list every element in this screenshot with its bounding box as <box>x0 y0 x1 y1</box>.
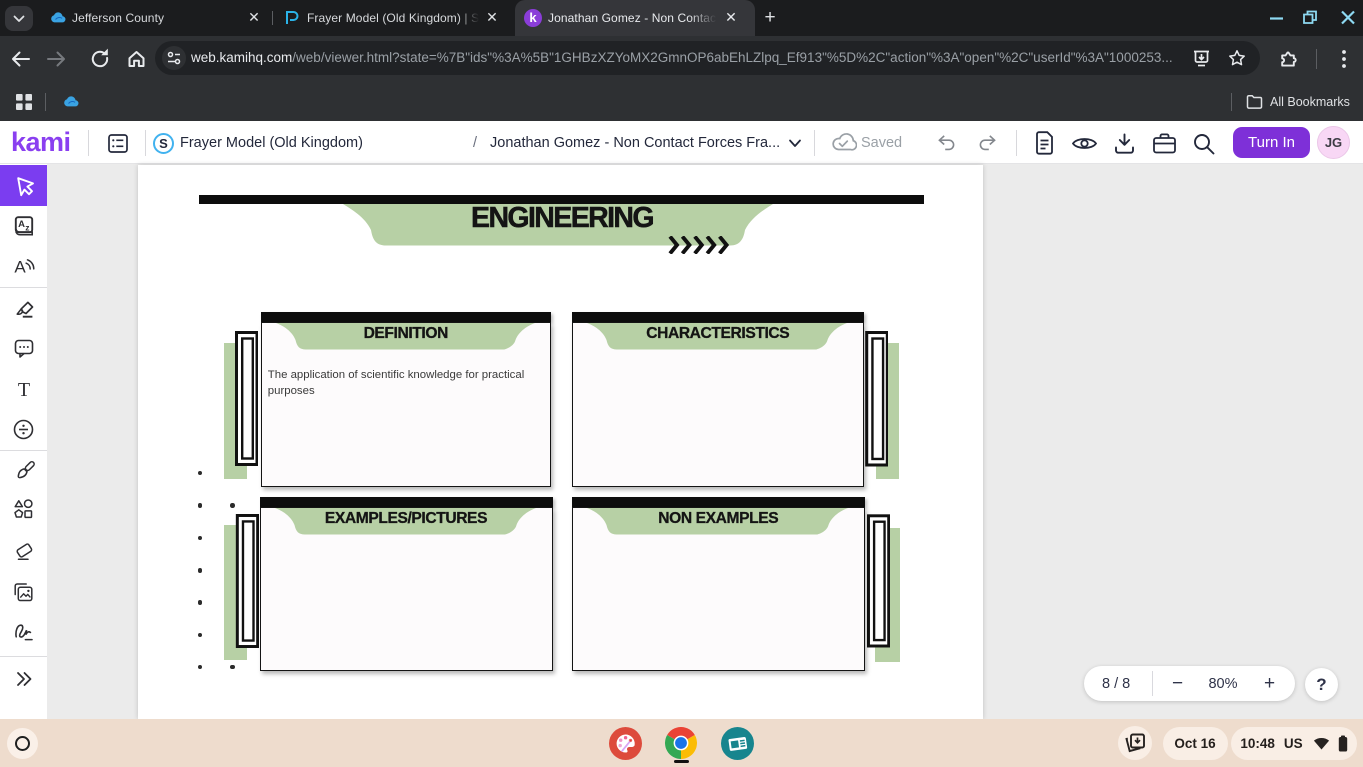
svg-text:A: A <box>14 258 26 277</box>
svg-text:z: z <box>25 223 29 233</box>
svg-text:A: A <box>18 219 25 230</box>
svg-text:T: T <box>17 379 29 400</box>
